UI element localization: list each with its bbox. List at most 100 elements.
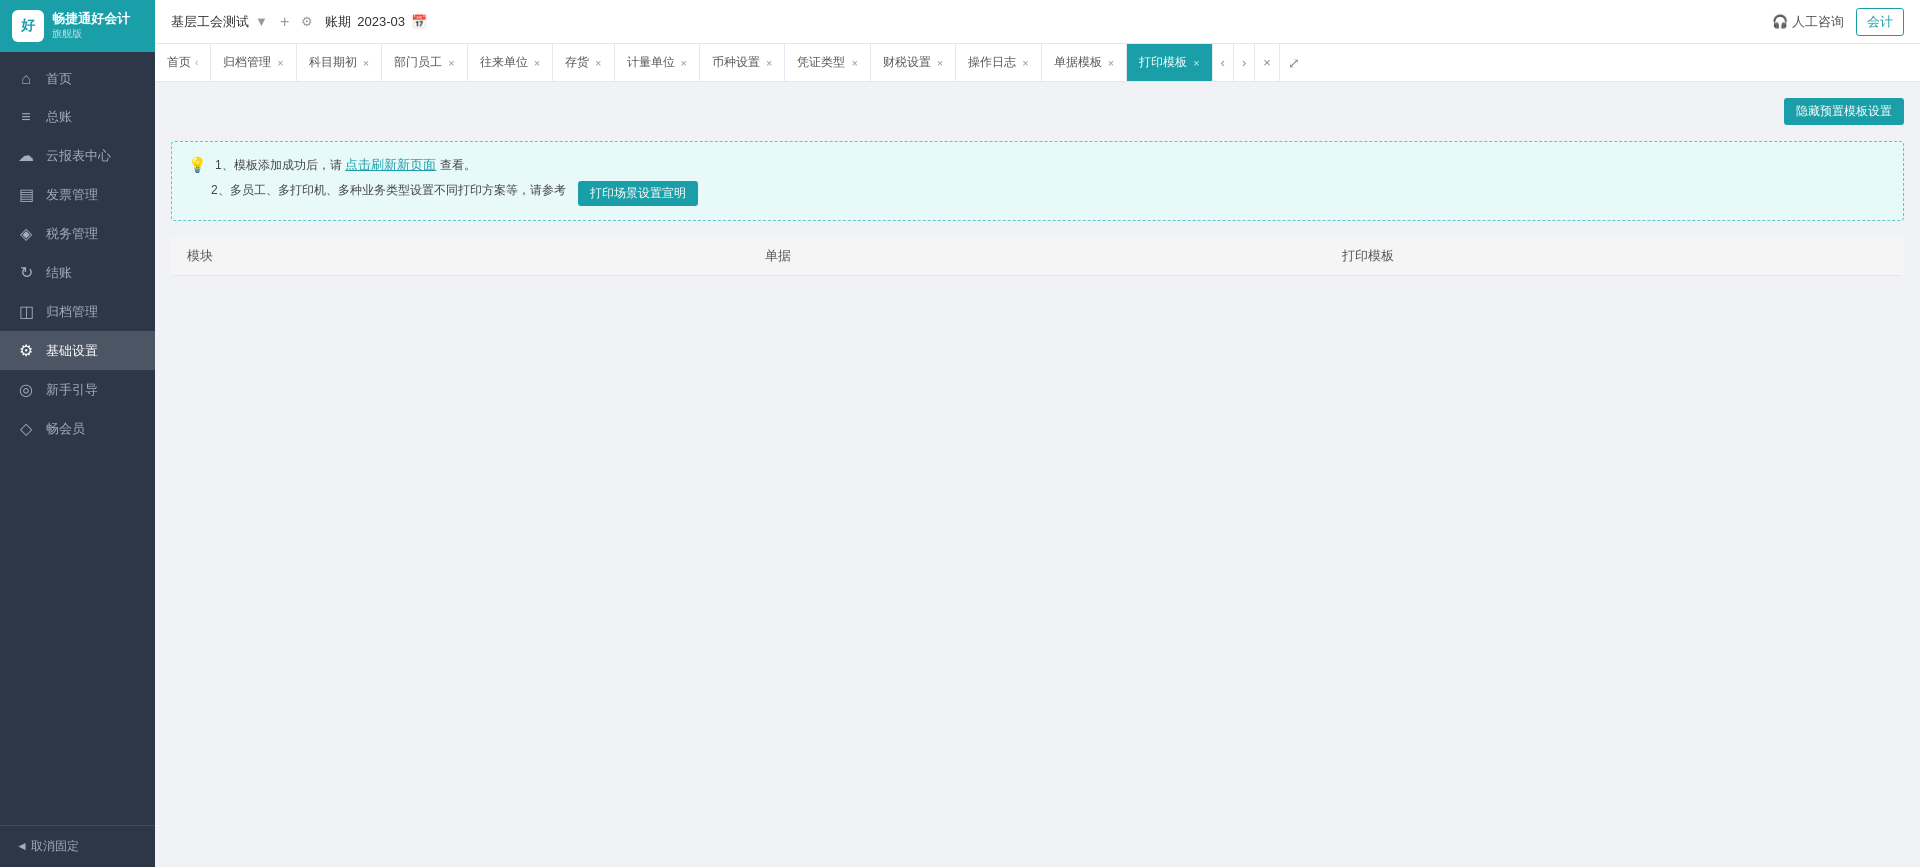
tab-currency[interactable]: 币种设置 × (700, 44, 785, 81)
sidebar-footer-unpin[interactable]: ◄ 取消固定 (0, 825, 155, 867)
tab-inventory-close[interactable]: × (595, 57, 601, 69)
tab-nav-prev[interactable]: ‹ (1213, 44, 1234, 81)
company-name: 基层工会测试 (171, 13, 249, 31)
tab-print-template[interactable]: 打印模板 × (1127, 44, 1212, 81)
notice-row-2: 2、多员工、多打印机、多种业务类型设置不同打印方案等，请参考 打印场景设置宣明 (188, 181, 1887, 206)
tab-voucher-type[interactable]: 凭证类型 × (785, 44, 870, 81)
settings-icon: ⚙ (16, 341, 36, 360)
tab-single-form[interactable]: 单据模板 × (1042, 44, 1127, 81)
tab-tax-settings[interactable]: 财税设置 × (871, 44, 956, 81)
notice-line2-prefix: 2、多员工、多打印机、多种业务类型设置不同打印方案等，请参考 (211, 181, 566, 200)
tab-single-form-close[interactable]: × (1108, 57, 1114, 69)
notice-box: 💡 1、模板添加成功后，请 点击刷新新页面 查看。 2、多员工、多打印机、多种业… (171, 141, 1904, 221)
help-button[interactable]: 🎧 人工咨询 (1772, 13, 1844, 31)
sidebar-item-guide[interactable]: ◎ 新手引导 (0, 370, 155, 409)
tab-print-template-label: 打印模板 (1139, 54, 1187, 71)
topbar-plus-icon[interactable]: + (280, 13, 289, 31)
sidebar-label-reports: 云报表中心 (46, 147, 111, 165)
home-icon: ⌂ (16, 70, 36, 88)
tab-inventory-label: 存货 (565, 54, 589, 71)
content-header: 隐藏预置模板设置 (171, 98, 1904, 133)
cloud-icon: ☁ (16, 146, 36, 165)
sidebar-item-member[interactable]: ◇ 畅会员 (0, 409, 155, 448)
sidebar-item-settings[interactable]: ⚙ 基础设置 (0, 331, 155, 370)
dropdown-icon[interactable]: ▼ (255, 14, 268, 29)
sidebar-item-ledger[interactable]: ≡ 总账 (0, 98, 155, 136)
help-label: 人工咨询 (1792, 13, 1844, 31)
tab-unit-label: 计量单位 (627, 54, 675, 71)
tab-dept-label: 部门员工 (394, 54, 442, 71)
tab-dept[interactable]: 部门员工 × (382, 44, 467, 81)
notice-row-1: 💡 1、模板添加成功后，请 点击刷新新页面 查看。 (188, 156, 1887, 175)
ledger-icon: ≡ (16, 108, 36, 126)
notice-line1-suffix: 查看。 (440, 158, 476, 172)
tax-icon: ◈ (16, 224, 36, 243)
col-voucher: 单据 (749, 237, 1327, 276)
bulb-icon: 💡 (188, 156, 207, 174)
account-button[interactable]: 会计 (1856, 8, 1904, 36)
sidebar-label-guide: 新手引导 (46, 381, 98, 399)
tab-voucher-type-close[interactable]: × (851, 57, 857, 69)
hide-template-button[interactable]: 隐藏预置模板设置 (1784, 98, 1904, 125)
content-area: 隐藏预置模板设置 💡 1、模板添加成功后，请 点击刷新新页面 查看。 2、多员工… (155, 82, 1920, 867)
guide-icon: ◎ (16, 380, 36, 399)
tab-print-template-close[interactable]: × (1193, 57, 1199, 69)
sidebar-item-archive[interactable]: ◫ 归档管理 (0, 292, 155, 331)
tab-inventory[interactable]: 存货 × (553, 44, 614, 81)
tab-operation-log-close[interactable]: × (1022, 57, 1028, 69)
sidebar-item-settlement[interactable]: ↻ 结账 (0, 253, 155, 292)
sidebar-item-invoice[interactable]: ▤ 发票管理 (0, 175, 155, 214)
tab-subject-close[interactable]: × (363, 57, 369, 69)
logo-text-block: 畅捷通好会计 旗舰版 (52, 11, 130, 42)
sidebar-item-home[interactable]: ⌂ 首页 (0, 60, 155, 98)
tabs-bar: 首页 ‹ 归档管理 × 科目期初 × 部门员工 × 往来单位 × 存货 × 计量… (155, 44, 1920, 82)
main-area: 基层工会测试 ▼ + ⚙ 账期 2023-03 📅 🎧 人工咨询 会计 首页 ‹… (155, 0, 1920, 867)
notice-line1: 1、模板添加成功后，请 点击刷新新页面 查看。 (215, 156, 476, 175)
tab-tax-settings-close[interactable]: × (937, 57, 943, 69)
tab-currency-close[interactable]: × (766, 57, 772, 69)
sidebar-label-tax: 税务管理 (46, 225, 98, 243)
tab-subject[interactable]: 科目期初 × (297, 44, 382, 81)
logo-icon: 好 (12, 10, 44, 42)
logo-title: 畅捷通好会计 (52, 11, 130, 28)
settlement-icon: ↻ (16, 263, 36, 282)
sidebar-label-archive: 归档管理 (46, 303, 98, 321)
tab-unit[interactable]: 计量单位 × (615, 44, 700, 81)
print-scene-button[interactable]: 打印场景设置宣明 (578, 181, 698, 206)
topbar: 基层工会测试 ▼ + ⚙ 账期 2023-03 📅 🎧 人工咨询 会计 (155, 0, 1920, 44)
col-print-template: 打印模板 (1326, 237, 1904, 276)
tab-unit-close[interactable]: × (681, 57, 687, 69)
tab-nav-next[interactable]: › (1234, 44, 1255, 81)
tab-voucher-type-label: 凭证类型 (797, 54, 845, 71)
tab-home-label: 首页 (167, 54, 191, 71)
data-table: 模块 单据 打印模板 (171, 237, 1904, 276)
tab-maximize[interactable]: ⤢ (1279, 44, 1308, 81)
calendar-icon[interactable]: 📅 (411, 14, 427, 29)
tab-partner[interactable]: 往来单位 × (468, 44, 553, 81)
logo-subtitle: 旗舰版 (52, 27, 130, 41)
sidebar-nav: ⌂ 首页 ≡ 总账 ☁ 云报表中心 ▤ 发票管理 ◈ 税务管理 ↻ 结账 ◫ 归… (0, 52, 155, 825)
sidebar-item-tax[interactable]: ◈ 税务管理 (0, 214, 155, 253)
tab-home[interactable]: 首页 ‹ (155, 44, 211, 81)
tab-dept-close[interactable]: × (448, 57, 454, 69)
sidebar-item-reports[interactable]: ☁ 云报表中心 (0, 136, 155, 175)
topbar-gear-icon[interactable]: ⚙ (301, 14, 313, 29)
tab-partner-label: 往来单位 (480, 54, 528, 71)
tab-home-arrow: ‹ (195, 57, 198, 68)
tab-operation-log[interactable]: 操作日志 × (956, 44, 1041, 81)
tab-subject-label: 科目期初 (309, 54, 357, 71)
notice-line1-prefix: 1、模板添加成功后，请 (215, 158, 342, 172)
tab-operation-log-label: 操作日志 (968, 54, 1016, 71)
tab-single-form-label: 单据模板 (1054, 54, 1102, 71)
tab-archive-close[interactable]: × (277, 57, 283, 69)
sidebar-label-member: 畅会员 (46, 420, 85, 438)
tab-archive[interactable]: 归档管理 × (211, 44, 296, 81)
sidebar-label-invoice: 发票管理 (46, 186, 98, 204)
tab-partner-close[interactable]: × (534, 57, 540, 69)
sidebar-label-ledger: 总账 (46, 108, 72, 126)
headset-icon: 🎧 (1772, 14, 1788, 29)
unpin-label: ◄ 取消固定 (16, 838, 79, 855)
notice-line1-link[interactable]: 点击刷新新页面 (345, 157, 436, 172)
tab-close-all[interactable]: × (1255, 44, 1279, 81)
sidebar-label-settings: 基础设置 (46, 342, 98, 360)
